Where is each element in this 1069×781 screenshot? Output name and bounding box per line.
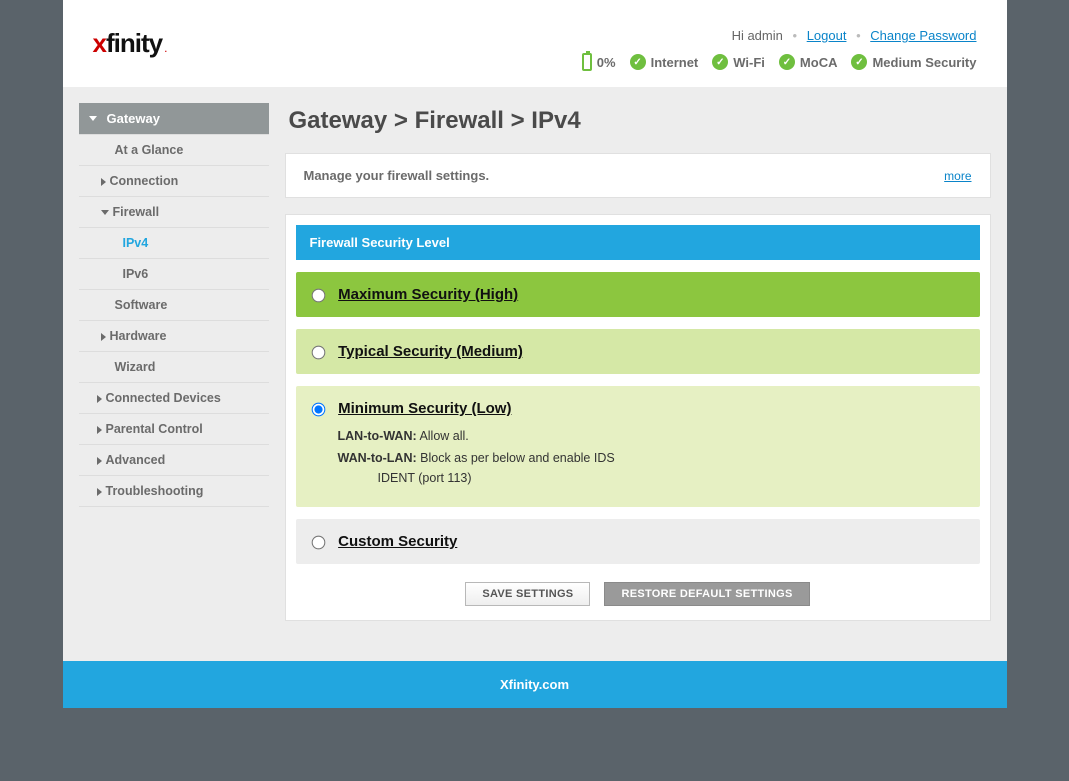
battery-pct: 0% (597, 55, 616, 70)
sidebar-item-hardware[interactable]: Hardware (79, 321, 269, 352)
brand-logo: xfinity. (93, 28, 168, 59)
chevron-right-icon (97, 395, 102, 403)
save-settings-button[interactable]: SAVE SETTINGS (465, 582, 590, 606)
section-header: Firewall Security Level (296, 225, 980, 260)
footer-link[interactable]: Xfinity.com (500, 677, 569, 692)
radio-maximum[interactable] (311, 289, 325, 303)
sidebar-item-troubleshooting[interactable]: Troubleshooting (79, 476, 269, 507)
chevron-right-icon (101, 178, 106, 186)
status-moca: ✓ MoCA (779, 54, 838, 70)
chevron-right-icon (97, 426, 102, 434)
detail-subrow: IDENT (port 113) (378, 471, 964, 485)
sidebar-item-label: Parental Control (106, 422, 203, 436)
separator: • (856, 28, 861, 43)
sidebar-item-ipv6[interactable]: IPv6 (79, 259, 269, 290)
header: xfinity. Hi admin • Logout • Change Pass… (63, 0, 1007, 87)
breadcrumb: Gateway > Firewall > IPv4 (289, 107, 991, 135)
separator: • (793, 28, 798, 43)
chevron-right-icon (97, 488, 102, 496)
detail-key: WAN-to-LAN: (338, 451, 417, 465)
detail-value: Allow all. (419, 429, 468, 443)
sidebar-item-gateway[interactable]: Gateway (79, 103, 269, 135)
option-details: LAN-to-WAN: Allow all. WAN-to-LAN: Block… (338, 429, 964, 485)
intro-text: Manage your firewall settings. (304, 168, 490, 183)
radio-typical[interactable] (311, 346, 325, 360)
logo-suffix: finity (106, 28, 162, 59)
check-icon: ✓ (630, 54, 646, 70)
firewall-card: Firewall Security Level Maximum Security… (285, 214, 991, 621)
option-minimum-security[interactable]: Minimum Security (Low) LAN-to-WAN: Allow… (296, 386, 980, 507)
option-label: Typical Security (Medium) (338, 343, 523, 360)
detail-value: Block as per below and enable IDS (420, 451, 615, 465)
change-password-link[interactable]: Change Password (870, 28, 976, 43)
status-label: Internet (651, 55, 699, 70)
sidebar-item-advanced[interactable]: Advanced (79, 445, 269, 476)
sidebar-item-wizard[interactable]: Wizard (79, 352, 269, 383)
sidebar-item-connection[interactable]: Connection (79, 166, 269, 197)
chevron-right-icon (97, 457, 102, 465)
chevron-right-icon (101, 333, 106, 341)
sidebar-item-parental-control[interactable]: Parental Control (79, 414, 269, 445)
option-typical-security[interactable]: Typical Security (Medium) (296, 329, 980, 374)
app-window: xfinity. Hi admin • Logout • Change Pass… (63, 0, 1007, 708)
chevron-down-icon (101, 210, 109, 215)
logo-dot: . (164, 41, 167, 55)
option-custom-security[interactable]: Custom Security (296, 519, 980, 564)
sidebar-item-connected-devices[interactable]: Connected Devices (79, 383, 269, 414)
header-right: Hi admin • Logout • Change Password 0% ✓… (582, 28, 977, 71)
option-maximum-security[interactable]: Maximum Security (High) (296, 272, 980, 317)
sidebar-item-label: Hardware (110, 329, 167, 343)
status-label: Medium Security (872, 55, 976, 70)
chevron-down-icon (89, 116, 97, 121)
sidebar-item-ipv4[interactable]: IPv4 (79, 228, 269, 259)
user-line: Hi admin • Logout • Change Password (582, 28, 977, 43)
status-line: 0% ✓ Internet ✓ Wi-Fi ✓ MoCA ✓ Medium Se… (582, 53, 977, 71)
detail-row: LAN-to-WAN: Allow all. (338, 429, 964, 443)
logo-prefix: x (93, 28, 106, 59)
logout-link[interactable]: Logout (807, 28, 847, 43)
username: admin (747, 28, 782, 43)
option-label: Minimum Security (Low) (338, 400, 511, 417)
detail-row: WAN-to-LAN: Block as per below and enabl… (338, 451, 964, 465)
battery-icon (582, 53, 592, 71)
more-link[interactable]: more (944, 169, 971, 183)
sidebar-item-firewall[interactable]: Firewall (79, 197, 269, 228)
sidebar-item-label: Gateway (107, 111, 160, 126)
status-internet: ✓ Internet (630, 54, 699, 70)
sidebar: Gateway At a Glance Connection Firewall … (79, 103, 269, 621)
status-label: MoCA (800, 55, 838, 70)
radio-custom[interactable] (311, 536, 325, 550)
option-label: Custom Security (338, 533, 457, 550)
detail-key: LAN-to-WAN: (338, 429, 417, 443)
option-label: Maximum Security (High) (338, 286, 518, 303)
check-icon: ✓ (851, 54, 867, 70)
status-wifi: ✓ Wi-Fi (712, 54, 765, 70)
footer[interactable]: Xfinity.com (63, 661, 1007, 708)
sidebar-item-at-a-glance[interactable]: At a Glance (79, 135, 269, 166)
battery-status: 0% (582, 53, 616, 71)
greeting-prefix: Hi (732, 28, 748, 43)
radio-minimum[interactable] (311, 403, 325, 417)
body: Gateway At a Glance Connection Firewall … (63, 87, 1007, 661)
intro-panel: Manage your firewall settings. more (285, 153, 991, 198)
status-security: ✓ Medium Security (851, 54, 976, 70)
sidebar-item-label: Firewall (113, 205, 160, 219)
status-label: Wi-Fi (733, 55, 765, 70)
sidebar-item-label: Connection (110, 174, 179, 188)
main: Gateway > Firewall > IPv4 Manage your fi… (285, 103, 991, 621)
check-icon: ✓ (712, 54, 728, 70)
check-icon: ✓ (779, 54, 795, 70)
button-row: SAVE SETTINGS RESTORE DEFAULT SETTINGS (296, 576, 980, 610)
sidebar-item-label: Advanced (106, 453, 166, 467)
restore-default-button[interactable]: RESTORE DEFAULT SETTINGS (604, 582, 809, 606)
sidebar-item-label: Troubleshooting (106, 484, 204, 498)
sidebar-item-label: Connected Devices (106, 391, 221, 405)
sidebar-item-software[interactable]: Software (79, 290, 269, 321)
